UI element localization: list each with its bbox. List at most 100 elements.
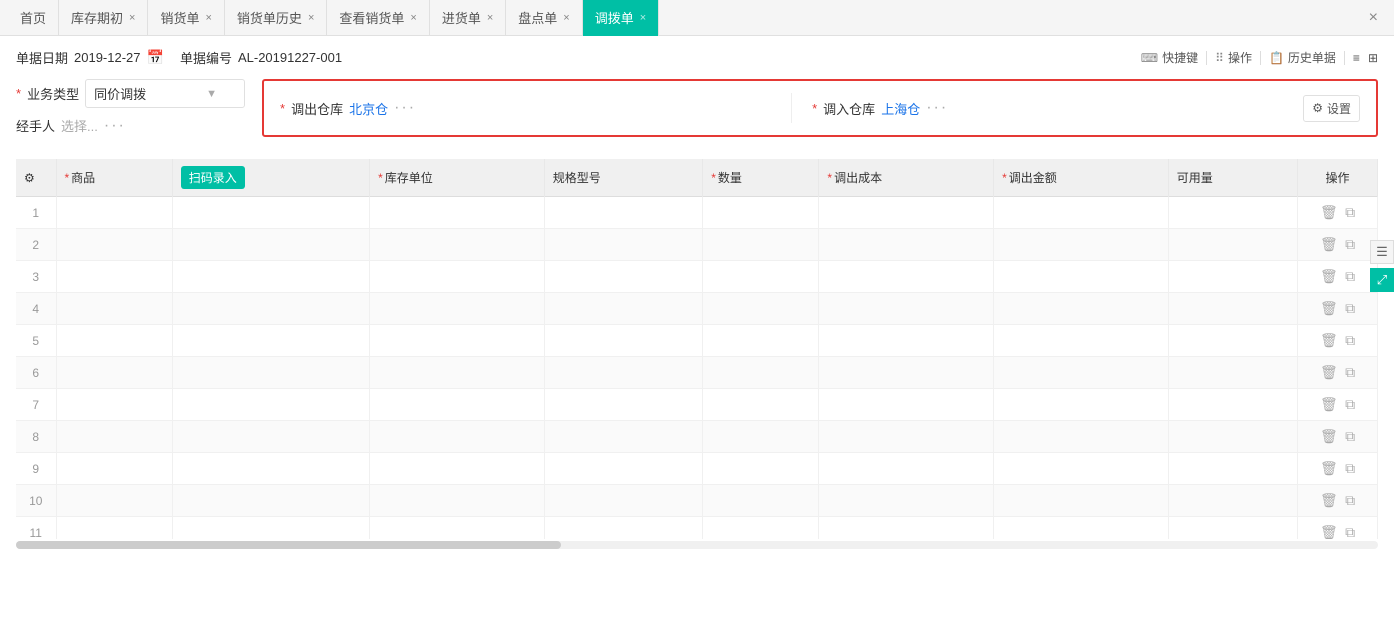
delete-icon-3[interactable]: 🗑 bbox=[1320, 268, 1338, 284]
row-6-qty[interactable] bbox=[703, 357, 819, 389]
row-9-cost[interactable] bbox=[819, 453, 994, 485]
row-2-amount[interactable] bbox=[994, 229, 1169, 261]
float-list-icon[interactable]: ☰ bbox=[1370, 240, 1394, 264]
in-warehouse-more-icon[interactable]: ··· bbox=[926, 99, 948, 117]
row-6-spec[interactable] bbox=[544, 357, 702, 389]
layout-icon-1[interactable]: ≡ bbox=[1353, 51, 1360, 65]
person-more-icon[interactable]: ··· bbox=[104, 117, 126, 135]
delete-icon-4[interactable]: 🗑 bbox=[1320, 300, 1338, 316]
horizontal-scrollbar[interactable] bbox=[16, 541, 1378, 549]
tab-home[interactable]: 首页 bbox=[8, 0, 59, 36]
layout-icon-2[interactable]: ⊞ bbox=[1368, 51, 1378, 65]
copy-icon-7[interactable]: ⧉ bbox=[1345, 396, 1355, 412]
delete-icon-8[interactable]: 🗑 bbox=[1320, 428, 1338, 444]
scrollbar-thumb[interactable] bbox=[16, 541, 561, 549]
person-select[interactable]: 选择... bbox=[61, 116, 98, 135]
row-9-unit[interactable] bbox=[370, 453, 545, 485]
row-5-product[interactable] bbox=[56, 325, 172, 357]
row-9-qty[interactable] bbox=[703, 453, 819, 485]
row-4-product[interactable] bbox=[56, 293, 172, 325]
row-1-amount[interactable] bbox=[994, 197, 1169, 229]
tab-view-sales[interactable]: 查看销货单 × bbox=[327, 0, 429, 36]
row-2-qty[interactable] bbox=[703, 229, 819, 261]
row-5-spec[interactable] bbox=[544, 325, 702, 357]
row-11-cost[interactable] bbox=[819, 517, 994, 540]
row-8-spec[interactable] bbox=[544, 421, 702, 453]
tab-sales-history[interactable]: 销货单历史 × bbox=[225, 0, 327, 36]
copy-icon-10[interactable]: ⧉ bbox=[1345, 492, 1355, 508]
row-6-product[interactable] bbox=[56, 357, 172, 389]
copy-icon-4[interactable]: ⧉ bbox=[1345, 300, 1355, 316]
row-7-unit[interactable] bbox=[370, 389, 545, 421]
row-7-amount[interactable] bbox=[994, 389, 1169, 421]
row-4-spec[interactable] bbox=[544, 293, 702, 325]
history-toolbar-item[interactable]: 📋 历史单据 bbox=[1269, 49, 1336, 66]
copy-icon-1[interactable]: ⧉ bbox=[1345, 204, 1355, 220]
shortcut-toolbar-item[interactable]: ⌨ 快捷键 bbox=[1141, 49, 1198, 66]
table-settings-icon[interactable]: ⚙ bbox=[24, 171, 35, 185]
row-4-cost[interactable] bbox=[819, 293, 994, 325]
tab-inventory[interactable]: 盘点单 × bbox=[506, 0, 582, 36]
calendar-icon[interactable]: 📅 bbox=[147, 49, 164, 66]
tab-transfer[interactable]: 调拨单 × bbox=[583, 0, 659, 36]
row-3-unit[interactable] bbox=[370, 261, 545, 293]
tab-view-sales-close[interactable]: × bbox=[410, 12, 416, 24]
row-8-unit[interactable] bbox=[370, 421, 545, 453]
row-10-cost[interactable] bbox=[819, 485, 994, 517]
row-3-spec[interactable] bbox=[544, 261, 702, 293]
copy-icon-2[interactable]: ⧉ bbox=[1345, 236, 1355, 252]
tab-sales-order-close[interactable]: × bbox=[205, 12, 211, 24]
settings-button[interactable]: ⚙ 设置 bbox=[1303, 95, 1360, 122]
delete-icon-9[interactable]: 🗑 bbox=[1320, 460, 1338, 476]
row-10-qty[interactable] bbox=[703, 485, 819, 517]
scan-button[interactable]: 扫码录入 bbox=[181, 166, 245, 189]
row-4-qty[interactable] bbox=[703, 293, 819, 325]
operation-toolbar-item[interactable]: ⠿ 操作 bbox=[1215, 49, 1252, 66]
business-type-select[interactable]: 同价调拨 ▼ bbox=[85, 79, 245, 108]
tab-sales-history-close[interactable]: × bbox=[308, 12, 314, 24]
row-10-unit[interactable] bbox=[370, 485, 545, 517]
row-8-product[interactable] bbox=[56, 421, 172, 453]
row-5-unit[interactable] bbox=[370, 325, 545, 357]
delete-icon-10[interactable]: 🗑 bbox=[1320, 492, 1338, 508]
row-5-amount[interactable] bbox=[994, 325, 1169, 357]
tab-purchase[interactable]: 进货单 × bbox=[430, 0, 506, 36]
copy-icon-6[interactable]: ⧉ bbox=[1345, 364, 1355, 380]
row-1-product[interactable] bbox=[56, 197, 172, 229]
tab-sales-order[interactable]: 销货单 × bbox=[148, 0, 224, 36]
delete-icon-1[interactable]: 🗑 bbox=[1320, 204, 1338, 220]
delete-icon-6[interactable]: 🗑 bbox=[1320, 364, 1338, 380]
row-5-cost[interactable] bbox=[819, 325, 994, 357]
th-settings[interactable]: ⚙ bbox=[16, 159, 56, 197]
row-6-cost[interactable] bbox=[819, 357, 994, 389]
copy-icon-11[interactable]: ⧉ bbox=[1345, 524, 1355, 539]
tab-stock-init-close[interactable]: × bbox=[129, 12, 135, 24]
row-9-amount[interactable] bbox=[994, 453, 1169, 485]
row-7-qty[interactable] bbox=[703, 389, 819, 421]
row-9-spec[interactable] bbox=[544, 453, 702, 485]
row-2-product[interactable] bbox=[56, 229, 172, 261]
row-11-qty[interactable] bbox=[703, 517, 819, 540]
in-warehouse-value[interactable]: 上海仓 bbox=[881, 99, 920, 118]
row-1-unit[interactable] bbox=[370, 197, 545, 229]
row-10-amount[interactable] bbox=[994, 485, 1169, 517]
row-7-spec[interactable] bbox=[544, 389, 702, 421]
row-10-spec[interactable] bbox=[544, 485, 702, 517]
row-8-qty[interactable] bbox=[703, 421, 819, 453]
row-7-product[interactable] bbox=[56, 389, 172, 421]
tab-transfer-close[interactable]: × bbox=[640, 12, 646, 24]
row-1-cost[interactable] bbox=[819, 197, 994, 229]
tab-purchase-close[interactable]: × bbox=[487, 12, 493, 24]
row-3-cost[interactable] bbox=[819, 261, 994, 293]
row-1-spec[interactable] bbox=[544, 197, 702, 229]
row-3-qty[interactable] bbox=[703, 261, 819, 293]
row-11-spec[interactable] bbox=[544, 517, 702, 540]
copy-icon-9[interactable]: ⧉ bbox=[1345, 460, 1355, 476]
row-8-amount[interactable] bbox=[994, 421, 1169, 453]
copy-icon-8[interactable]: ⧉ bbox=[1345, 428, 1355, 444]
close-all-tabs[interactable]: × bbox=[1361, 5, 1386, 31]
row-11-unit[interactable] bbox=[370, 517, 545, 540]
row-2-unit[interactable] bbox=[370, 229, 545, 261]
row-10-product[interactable] bbox=[56, 485, 172, 517]
row-5-qty[interactable] bbox=[703, 325, 819, 357]
